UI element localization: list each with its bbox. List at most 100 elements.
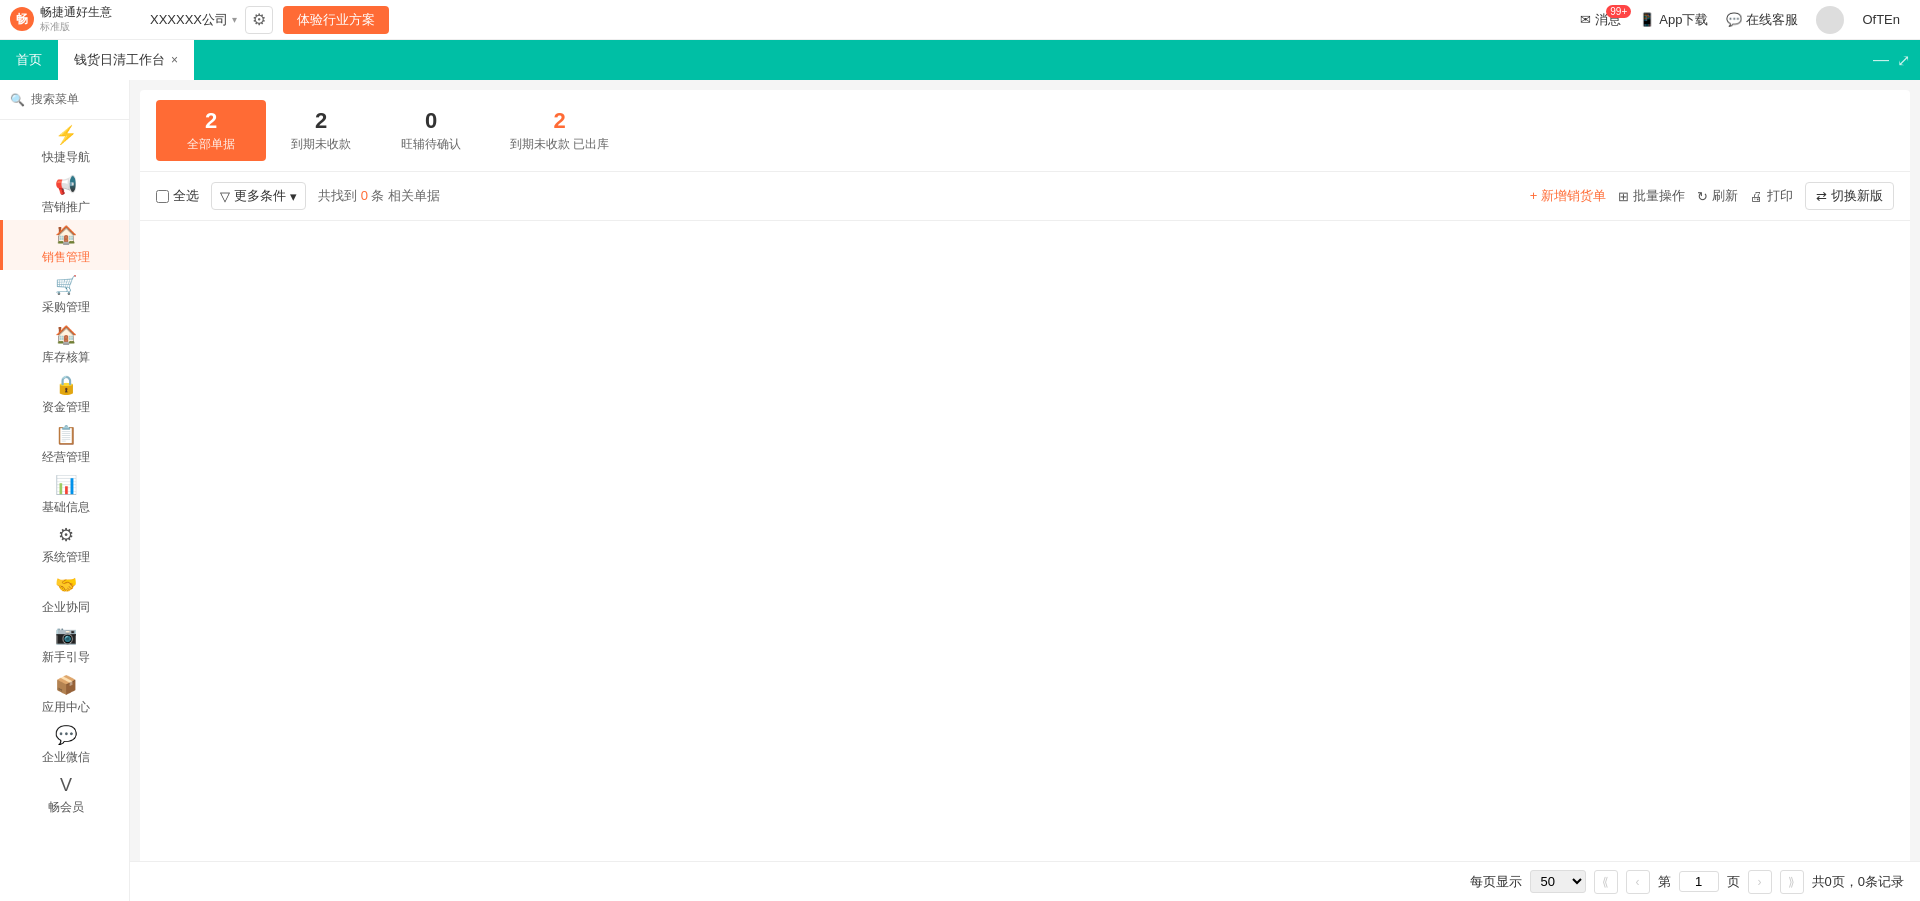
switch-icon: ⇄ [1816,189,1827,204]
tab-bar-right: — ⤢ [1873,51,1920,70]
tab-close-icon[interactable]: × [171,53,178,67]
filter-button[interactable]: ▽ 更多条件 ▾ [211,182,306,210]
tab-minimize-icon[interactable]: — [1873,51,1889,69]
sidebar-item-marketing[interactable]: 📢 营销推广 [0,170,129,220]
sales-icon: 🏠 [55,224,77,246]
username[interactable]: OfTEn [1862,12,1900,27]
messages-badge: 99+ [1606,5,1631,18]
sidebar: 🔍 搜索菜单 ⚡ 快捷导航 📢 营销推广 🏠 销售管理 🛒 采购管理 🏠 库存核… [0,80,130,901]
add-order-button[interactable]: + 新增销货单 [1526,187,1606,205]
messages-btn[interactable]: ✉ 消息 99+ [1580,11,1621,29]
sidebar-item-purchase[interactable]: 🛒 采购管理 [0,270,129,320]
vip-label: 畅会员 [48,799,84,816]
service-icon: 💬 [1726,12,1742,27]
purchase-icon: 🛒 [55,274,77,296]
per-page-select[interactable]: 50 100 200 [1530,870,1586,893]
online-service-btn[interactable]: 💬 在线客服 [1726,11,1798,29]
online-service-label: 在线客服 [1746,11,1798,29]
sidebar-item-quick-nav[interactable]: ⚡ 快捷导航 [0,120,129,170]
refresh-label: 刷新 [1712,187,1738,205]
main-layout: 🔍 搜索菜单 ⚡ 快捷导航 📢 营销推广 🏠 销售管理 🛒 采购管理 🏠 库存核… [0,80,1920,901]
result-count: 0 [361,188,368,203]
logo-icon: 畅 [10,7,34,31]
sidebar-item-vip[interactable]: V 畅会员 [0,770,129,820]
select-all-checkbox[interactable] [156,190,169,203]
table-area [140,221,1910,621]
company-selector[interactable]: XXXXXX公司 ▾ [150,11,237,29]
stat-tab-shipped[interactable]: 2 到期未收款 已出库 [486,100,633,161]
logo-sub: 标准版 [40,20,112,34]
print-label: 打印 [1767,187,1793,205]
trial-button[interactable]: 体验行业方案 [283,6,389,34]
app-download-icon: 📱 [1639,12,1655,27]
sales-label: 销售管理 [42,249,90,266]
app-center-label: 应用中心 [42,699,90,716]
page-input[interactable] [1679,871,1719,892]
sidebar-item-base-info[interactable]: 📊 基础信息 [0,470,129,520]
sidebar-item-finance[interactable]: 🔒 资金管理 [0,370,129,420]
guide-label: 新手引导 [42,649,90,666]
tab-maximize-icon[interactable]: ⤢ [1897,51,1910,70]
inventory-icon: 🏠 [55,324,77,346]
batch-button[interactable]: ⊞ 批量操作 [1618,187,1685,205]
filter-arrow-icon: ▾ [290,189,297,204]
stat-tab-pending[interactable]: 0 旺辅待确认 [376,100,486,161]
tab-home-label: 首页 [16,51,42,69]
app-download-btn[interactable]: 📱 App下载 [1639,11,1708,29]
search-menu-btn[interactable]: 🔍 搜索菜单 [0,80,129,120]
refresh-button[interactable]: ↻ 刷新 [1697,187,1738,205]
stat-all-num: 2 [180,108,242,134]
enterprise-label: 企业协同 [42,599,90,616]
page-next-btn[interactable]: › [1748,870,1772,894]
quick-nav-label: 快捷导航 [42,149,90,166]
switch-version-button[interactable]: ⇄ 切换新版 [1805,182,1894,210]
content-area: 2 全部单据 2 到期未收款 0 旺辅待确认 2 到期未收款 已出库 [130,80,1920,901]
table-empty [140,221,1910,621]
stat-tab-overdue[interactable]: 2 到期未收款 [266,100,376,161]
logo-text-block: 畅捷通好生意 标准版 [40,5,112,33]
app-download-label: App下载 [1659,11,1708,29]
page-prev-btn[interactable]: ‹ [1626,870,1650,894]
header: 畅 畅捷通好生意 标准版 XXXXXX公司 ▾ ⚙ 体验行业方案 ✉ 消息 99… [0,0,1920,40]
sidebar-item-wechat[interactable]: 💬 企业微信 [0,720,129,770]
page-suffix: 页 [1727,873,1740,891]
avatar[interactable] [1816,6,1844,34]
stat-tab-all[interactable]: 2 全部单据 [156,100,266,161]
page-first-btn[interactable]: ⟪ [1594,870,1618,894]
sidebar-item-guide[interactable]: 📷 新手引导 [0,620,129,670]
tab-home[interactable]: 首页 [0,40,58,80]
settings-button[interactable]: ⚙ [245,6,273,34]
sidebar-item-system[interactable]: ⚙ 系统管理 [0,520,129,570]
total-label: 共0页，0条记录 [1812,873,1904,891]
result-text: 共找到 0 条 相关单据 [318,187,440,205]
stat-shipped-label: 到期未收款 已出库 [510,136,609,153]
batch-icon: ⊞ [1618,189,1629,204]
marketing-icon: 📢 [55,174,77,196]
tab-active[interactable]: 钱货日清工作台 × [58,40,194,80]
page-last-btn[interactable]: ⟫ [1780,870,1804,894]
sidebar-item-app-center[interactable]: 📦 应用中心 [0,670,129,720]
stat-overdue-label: 到期未收款 [290,136,352,153]
operations-icon: 📋 [55,424,77,446]
system-icon: ⚙ [58,524,74,546]
select-all-label[interactable]: 全选 [156,187,199,205]
filter-label: 更多条件 [234,187,286,205]
result-prefix: 共找到 [318,188,357,203]
filter-icon: ▽ [220,189,230,204]
quick-nav-icon: ⚡ [55,124,77,146]
base-info-icon: 📊 [55,474,77,496]
page-label: 第 [1658,873,1671,891]
inventory-label: 库存核算 [42,349,90,366]
print-icon: 🖨 [1750,189,1763,204]
search-menu-label: 搜索菜单 [31,91,79,108]
per-page-label: 每页显示 [1470,873,1522,891]
enterprise-icon: 🤝 [55,574,77,596]
print-button[interactable]: 🖨 打印 [1750,187,1793,205]
switch-label: 切换新版 [1831,187,1883,205]
username-label: OfTEn [1862,12,1900,27]
pagination: 每页显示 50 100 200 ⟪ ‹ 第 页 › ⟫ 共0页，0条记录 [130,861,1920,901]
sidebar-item-sales[interactable]: 🏠 销售管理 [0,220,129,270]
sidebar-item-operations[interactable]: 📋 经营管理 [0,420,129,470]
sidebar-item-enterprise[interactable]: 🤝 企业协同 [0,570,129,620]
sidebar-item-inventory[interactable]: 🏠 库存核算 [0,320,129,370]
